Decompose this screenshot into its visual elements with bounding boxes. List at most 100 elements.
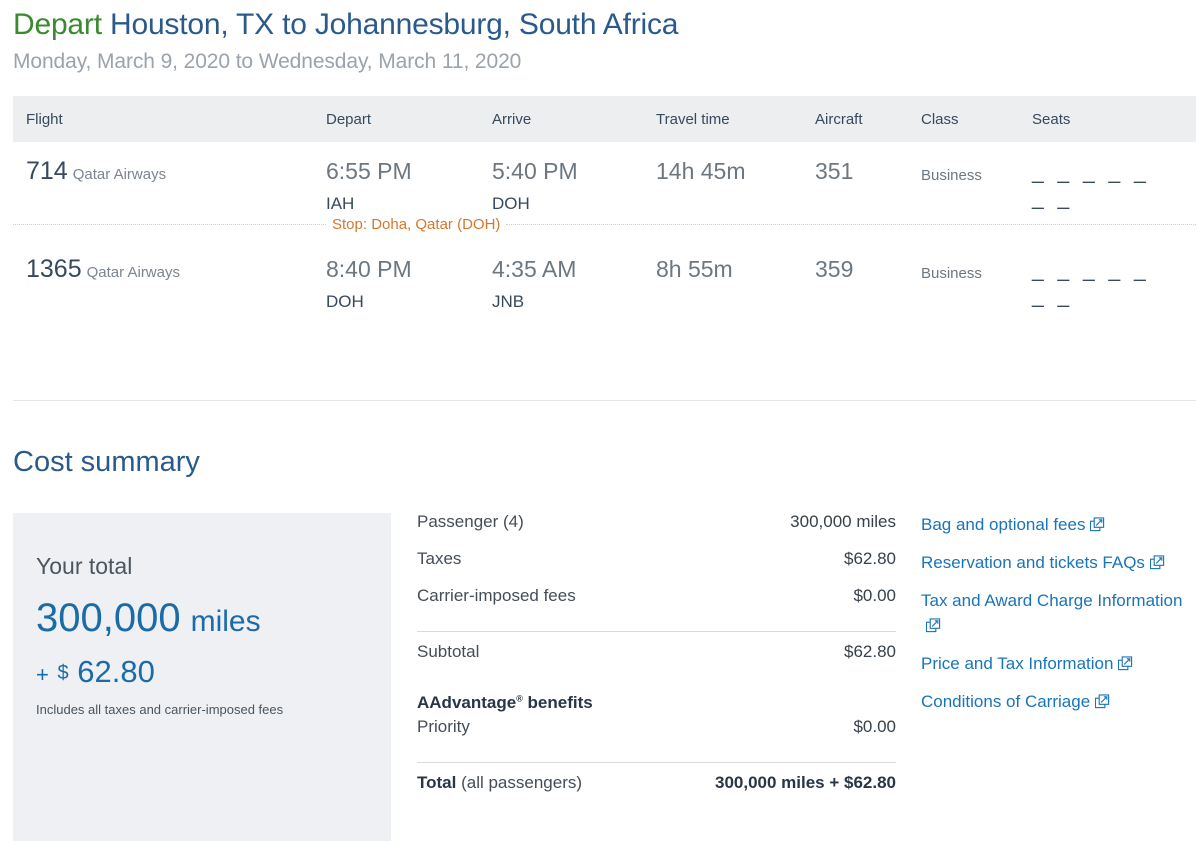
external-link-icon (1090, 517, 1105, 532)
page-title-depart: Depart (13, 8, 102, 41)
link-tax-and-award-charge-information[interactable]: Tax and Award Charge Information (921, 588, 1196, 638)
link-label: Bag and optional fees (921, 515, 1086, 534)
plus-sign: + (36, 662, 49, 687)
section-divider (13, 400, 1196, 401)
breakdown-label: Carrier-imposed fees (417, 586, 576, 605)
column-header-seats: Seats (1032, 110, 1071, 128)
depart-airport-code: DOH (326, 292, 364, 311)
subtotal-amount: $62.80 (844, 642, 896, 661)
page-header: Depart Houston, TX to Johannesburg, Sout… (0, 0, 1196, 74)
your-total-cash: + $ 62.80 (36, 654, 391, 690)
link-reservation-and-tickets-faqs[interactable]: Reservation and tickets FAQs (921, 550, 1196, 575)
breakdown-amount: 300,000 miles (790, 512, 896, 531)
aadvantage-benefits-heading: AAdvantage® benefits (417, 693, 896, 713)
grand-total-amount: 300,000 miles + $62.80 (714, 773, 896, 792)
breakdown-label: Passenger (4) (417, 512, 524, 531)
column-header-flight: Flight (26, 110, 63, 128)
grand-total-label-bold: Total (417, 773, 457, 792)
external-link-icon (1149, 555, 1165, 570)
flight-cell: 1365 Qatar Airways (13, 254, 326, 334)
stop-label: Stop: Doha, Qatar (DOH) (332, 216, 501, 233)
breakdown-row-taxes: Taxes $62.80 (417, 549, 896, 586)
airline-name: Qatar Airways (86, 264, 180, 281)
depart-airport-code: IAH (326, 194, 355, 213)
link-label: Tax and Award Charge Information (921, 591, 1183, 610)
subtotal-label: Subtotal (417, 642, 480, 661)
column-header-arrive: Arrive (492, 110, 532, 128)
column-header-travel-time: Travel time (656, 110, 730, 128)
link-bag-and-optional-fees[interactable]: Bag and optional fees (921, 512, 1196, 537)
seats-cell: _ _ _ _ _ _ _ (1032, 254, 1182, 334)
table-row: 714 Qatar Airways 6:55 PM IAH 5:40 PM DOH… (13, 142, 1196, 240)
column-header-depart: Depart (326, 110, 372, 128)
benefit-label: Priority (417, 717, 470, 736)
flight-itinerary-page: Depart Houston, TX to Johannesburg, Sout… (0, 0, 1196, 841)
breakdown-row-subtotal: Subtotal $62.80 (417, 642, 896, 679)
your-total-miles: 300,000 miles (36, 594, 391, 646)
your-total-cash-value: 62.80 (77, 654, 155, 689)
link-conditions-of-carriage[interactable]: Conditions of Carriage (921, 689, 1196, 714)
external-link-icon (1095, 694, 1110, 709)
aircraft-value: 359 (815, 256, 854, 282)
stop-dash-right (506, 224, 1196, 225)
flight-table-header-row: Flight Depart Arrive Travel time Aircraf… (13, 96, 1196, 142)
class-value: Business (921, 265, 982, 282)
arrive-cell: 4:35 AM JNB (492, 254, 656, 334)
breakdown-label: Taxes (417, 549, 462, 568)
your-total-miles-value: 300,000 (36, 596, 181, 640)
your-total-miles-unit: miles (190, 605, 261, 638)
aircraft-value: 351 (815, 158, 854, 184)
currency-symbol: $ (57, 662, 69, 684)
related-links: Bag and optional fees Reservation and ti… (921, 512, 1196, 727)
grand-total-label: Total (all passengers) (417, 773, 582, 793)
table-row: 1365 Qatar Airways 8:40 PM DOH 4:35 AM JN… (13, 240, 1196, 334)
grand-total-row: Total (all passengers) 300,000 miles + $… (417, 773, 896, 793)
flight-number: 1365 (26, 255, 82, 283)
breakdown-row-priority: Priority $0.00 (417, 717, 896, 754)
external-link-icon (1118, 656, 1133, 671)
registered-mark: ® (516, 693, 523, 704)
breakdown-divider (417, 631, 896, 632)
page-title-route: Houston, TX to Johannesburg, South Afric… (101, 8, 679, 41)
page-title: Depart Houston, TX to Johannesburg, Sout… (13, 8, 1196, 42)
benefit-amount: $0.00 (853, 717, 896, 736)
column-header-aircraft: Aircraft (815, 110, 863, 128)
travel-time-value: 8h 55m (656, 256, 733, 282)
benefits-label: benefits (522, 693, 593, 712)
breakdown-amount: $62.80 (844, 549, 896, 568)
grand-total-label-rest: (all passengers) (456, 773, 583, 792)
class-cell: Business (921, 254, 1032, 334)
link-label: Reservation and tickets FAQs (921, 553, 1145, 572)
breakdown-amount: $0.00 (853, 586, 896, 605)
cost-breakdown: Passenger (4) 300,000 miles Taxes $62.80… (417, 512, 896, 793)
seats-value: _ _ _ _ _ _ _ (1032, 161, 1150, 210)
flight-table: Flight Depart Arrive Travel time Aircraf… (13, 96, 1196, 334)
arrive-time: 5:40 PM (492, 158, 578, 184)
cost-summary-title: Cost summary (13, 446, 200, 478)
travel-time-cell: 8h 55m (656, 254, 815, 334)
depart-time: 6:55 PM (326, 158, 412, 184)
aadvantage-label: AAdvantage (417, 693, 517, 712)
stop-dash-left (13, 224, 326, 225)
link-label: Conditions of Carriage (921, 692, 1091, 711)
flight-number: 714 (26, 157, 68, 185)
page-subtitle-dates: Monday, March 9, 2020 to Wednesday, Marc… (13, 50, 522, 73)
your-total-label: Your total (36, 553, 133, 579)
arrive-time: 4:35 AM (492, 256, 577, 282)
column-header-class: Class (921, 110, 959, 128)
travel-time-value: 14h 45m (656, 158, 746, 184)
depart-cell: 8:40 PM DOH (326, 254, 492, 334)
your-total-box: Your total 300,000 miles + $ 62.80 Includ… (13, 513, 391, 841)
breakdown-row-carrier-fees: Carrier-imposed fees $0.00 (417, 586, 896, 623)
breakdown-row-passenger: Passenger (4) 300,000 miles (417, 512, 896, 549)
class-value: Business (921, 167, 982, 184)
total-divider (417, 762, 896, 763)
external-link-icon (926, 618, 941, 633)
link-label: Price and Tax Information (921, 654, 1114, 673)
your-total-note: Includes all taxes and carrier-imposed f… (36, 702, 284, 717)
seats-value: _ _ _ _ _ _ _ (1032, 259, 1150, 308)
link-price-and-tax-information[interactable]: Price and Tax Information (921, 651, 1196, 676)
aircraft-cell: 359 (815, 254, 921, 334)
depart-time: 8:40 PM (326, 256, 412, 282)
arrive-airport-code: JNB (492, 292, 525, 311)
